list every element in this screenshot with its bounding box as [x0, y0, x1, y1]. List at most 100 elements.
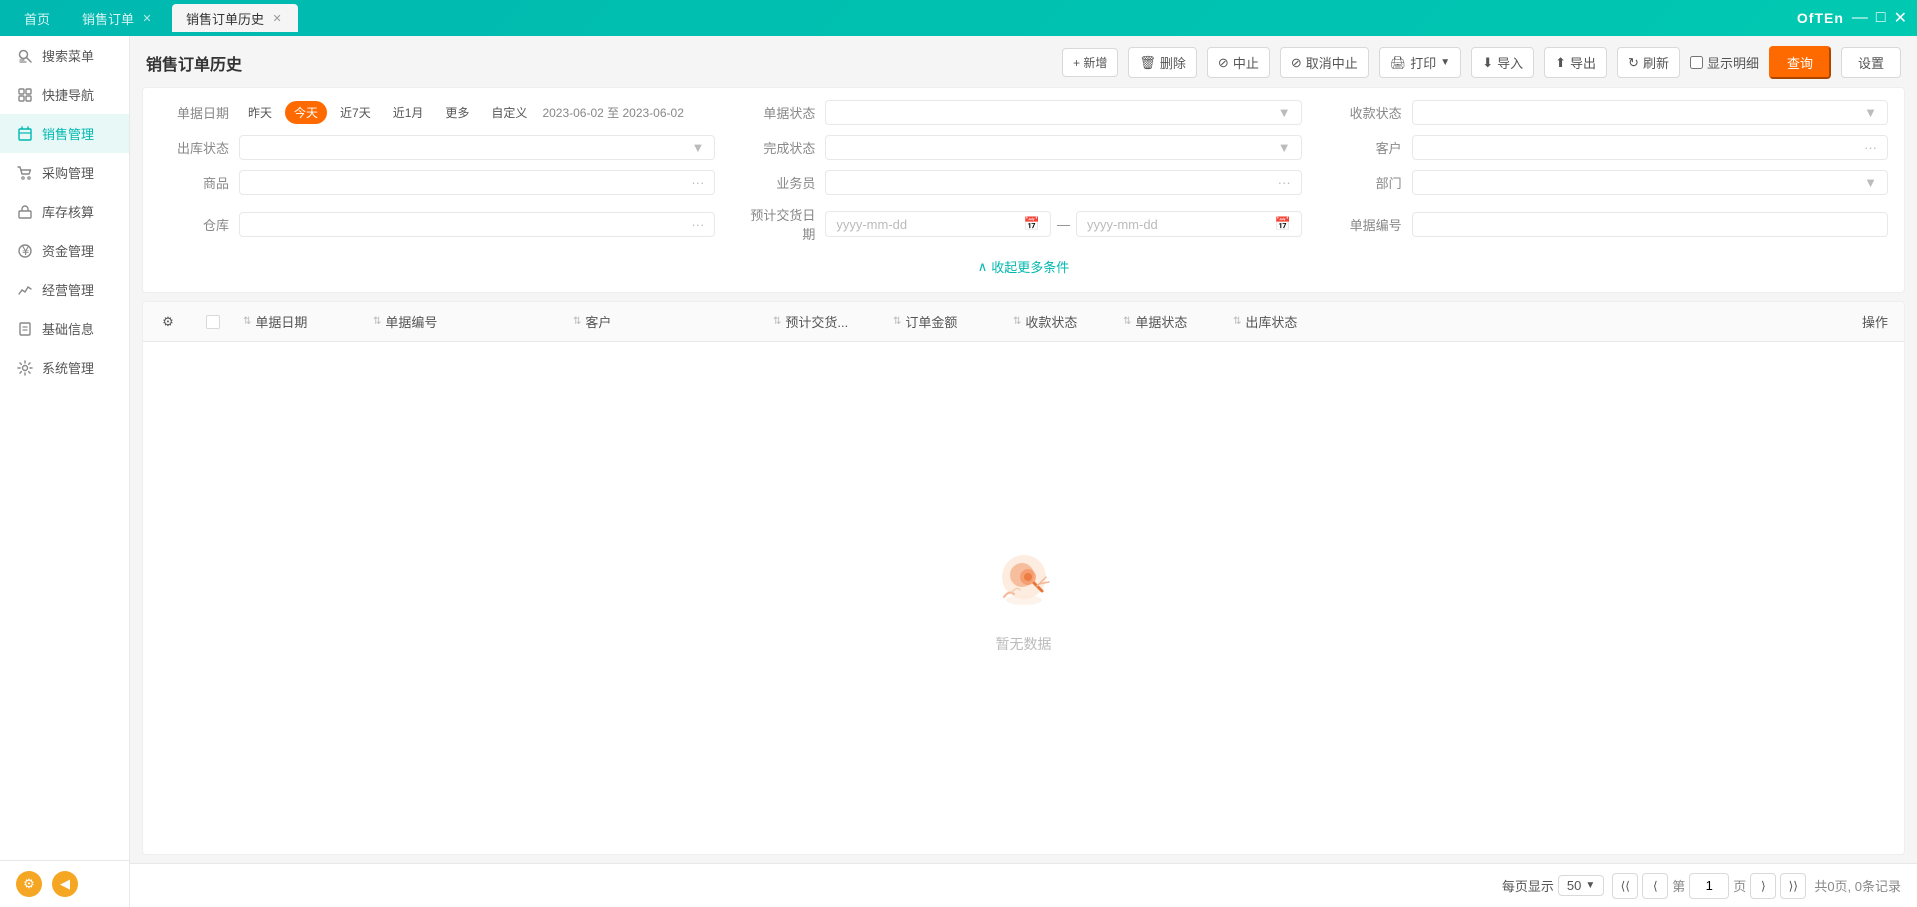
- date-label: 单据日期: [159, 103, 239, 122]
- th-amount[interactable]: ⇅ 订单金额: [883, 312, 1003, 331]
- payment-status-select[interactable]: ▼: [1412, 100, 1888, 125]
- customer-input[interactable]: ···: [1412, 135, 1888, 160]
- sidebar-item-search-menu[interactable]: 搜索菜单: [0, 36, 129, 75]
- salesman-input[interactable]: ···: [825, 170, 1301, 195]
- stop-button[interactable]: ⊘ 中止: [1207, 47, 1270, 78]
- th-docno[interactable]: ⇅ 单据编号: [363, 312, 563, 331]
- sidebar-item-base-info[interactable]: 基础信息: [0, 309, 129, 348]
- filter-col-complete-status: 完成状态 ▼: [745, 135, 1301, 160]
- print-icon: 🖨: [1390, 55, 1407, 71]
- export-icon: ⬆: [1555, 55, 1566, 71]
- table-body: 暂无数据: [143, 342, 1904, 854]
- prev-page-btn[interactable]: ⟨: [1642, 873, 1668, 899]
- goods-input[interactable]: ···: [239, 170, 715, 195]
- first-page-btn[interactable]: ⟨⟨: [1612, 873, 1638, 899]
- date-range-text: 2023-06-02 至 2023-06-02: [542, 104, 683, 121]
- bill-status-label: 单据状态: [745, 103, 825, 122]
- refresh-button[interactable]: ↻ 刷新: [1617, 47, 1680, 78]
- th-gear[interactable]: ⚙: [143, 314, 193, 330]
- filter-col-delivery-date: 预计交货日期 yyyy-mm-dd 📅 — yyyy-mm-dd 📅: [745, 205, 1301, 243]
- th-payment[interactable]: ⇅ 收款状态: [1003, 312, 1113, 331]
- toolbar: + 新增 🗑 🗑 删除 删除 ⊘ 中止 ⊘ 取消中止: [1062, 46, 1901, 79]
- th-date[interactable]: ⇅ 单据日期: [233, 312, 363, 331]
- bill-status-select[interactable]: ▼: [825, 100, 1301, 125]
- date-btn-1month[interactable]: 近1月: [384, 101, 433, 124]
- date-quick-btns: 昨天 今天 近7天 近1月 更多 自定义: [239, 101, 536, 124]
- docno-input[interactable]: [1412, 212, 1888, 237]
- empty-text: 暂无数据: [996, 634, 1052, 654]
- tab-sales-order-close[interactable]: ✕: [140, 11, 154, 25]
- filter-row-4: 仓库 ··· 预计交货日期 yyyy-mm-dd 📅: [159, 205, 1888, 243]
- sidebar-item-quick-nav[interactable]: 快捷导航: [0, 75, 129, 114]
- sidebar-item-sales[interactable]: 销售管理: [0, 114, 129, 153]
- sidebar-item-inventory[interactable]: 库存核算: [0, 192, 129, 231]
- page-size-value: 50: [1567, 878, 1581, 893]
- sort-delivery-icon: ⇅: [773, 316, 781, 327]
- sidebar-item-purchase[interactable]: 采购管理: [0, 153, 129, 192]
- th-delivery[interactable]: ⇅ 预计交货...: [763, 312, 883, 331]
- new-button[interactable]: + 新增: [1062, 48, 1118, 77]
- window-maximize[interactable]: □: [1876, 9, 1886, 27]
- out-status-select[interactable]: ▼: [239, 135, 715, 160]
- display-dense-toggle[interactable]: 显示明细: [1690, 53, 1759, 72]
- sidebar-collapse-icon[interactable]: ◀: [52, 871, 78, 897]
- th-status[interactable]: ⇅ 单据状态: [1113, 312, 1223, 331]
- sidebar-item-system[interactable]: 系统管理: [0, 348, 129, 387]
- import-icon: ⬇: [1482, 55, 1493, 71]
- sidebar-item-finance[interactable]: ¥ 资金管理: [0, 231, 129, 270]
- print-button[interactable]: 🖨 打印 ▼: [1379, 47, 1461, 78]
- page-number-input[interactable]: [1689, 873, 1729, 899]
- filter-row-3: 商品 ··· 业务员 ···: [159, 170, 1888, 195]
- th-out[interactable]: ⇅ 出库状态: [1223, 312, 1333, 331]
- page-size-dropdown[interactable]: 50 ▼: [1558, 875, 1604, 896]
- date-btn-today[interactable]: 今天: [285, 101, 327, 124]
- cancel-stop-button[interactable]: ⊘ 取消中止: [1280, 47, 1369, 78]
- settings-button[interactable]: 设置: [1841, 47, 1901, 78]
- display-dense-checkbox[interactable]: [1690, 56, 1703, 69]
- complete-status-select[interactable]: ▼: [825, 135, 1301, 160]
- purchase-icon: [16, 164, 34, 182]
- collapse-link[interactable]: ∧ 收起更多条件: [159, 253, 1888, 280]
- th-checkbox[interactable]: [193, 315, 233, 329]
- table-header: ⚙ ⇅ 单据日期 ⇅ 单据编号 ⇅ 客户: [143, 302, 1904, 342]
- sidebar-item-base-info-label: 基础信息: [42, 319, 94, 338]
- date-btn-yesterday[interactable]: 昨天: [239, 101, 281, 124]
- header-checkbox[interactable]: [206, 315, 220, 329]
- out-status-label: 出库状态: [159, 138, 239, 157]
- sidebar-item-operations[interactable]: 经营管理: [0, 270, 129, 309]
- sales-icon: [16, 125, 34, 143]
- sort-out-icon: ⇅: [1233, 316, 1241, 327]
- delivery-date-end-text: yyyy-mm-dd: [1087, 217, 1158, 232]
- dept-chevron: ▼: [1864, 175, 1877, 190]
- warehouse-input[interactable]: ···: [239, 212, 715, 237]
- tab-sales-order[interactable]: 销售订单 ✕: [68, 4, 168, 32]
- delete-button[interactable]: 🗑 🗑 删除 删除: [1128, 47, 1197, 78]
- delivery-date-end[interactable]: yyyy-mm-dd 📅: [1076, 211, 1302, 237]
- date-btn-custom[interactable]: 自定义: [482, 101, 536, 124]
- delivery-date-label: 预计交货日期: [745, 205, 825, 243]
- date-btn-more[interactable]: 更多: [436, 101, 478, 124]
- query-button[interactable]: 查询: [1769, 46, 1831, 79]
- sidebar-settings-icon[interactable]: ⚙: [16, 871, 42, 897]
- search-menu-icon: [16, 47, 34, 65]
- tab-home[interactable]: 首页: [10, 4, 64, 32]
- next-page-btn[interactable]: ⟩: [1750, 873, 1776, 899]
- tab-sales-order-history-close[interactable]: ✕: [270, 11, 284, 25]
- delivery-date-start-text: yyyy-mm-dd: [836, 217, 907, 232]
- th-customer[interactable]: ⇅ 客户: [563, 312, 763, 331]
- delivery-date-start[interactable]: yyyy-mm-dd 📅: [825, 211, 1051, 237]
- export-button[interactable]: ⬆ 导出: [1544, 47, 1607, 78]
- import-button[interactable]: ⬇ 导入: [1471, 47, 1534, 78]
- dept-select[interactable]: ▼: [1412, 170, 1888, 195]
- window-minimize[interactable]: —: [1852, 9, 1868, 27]
- page-total: 共0页, 0条记录: [1814, 876, 1901, 895]
- date-btn-7days[interactable]: 近7天: [331, 101, 380, 124]
- collapse-up-icon: ∧: [978, 259, 988, 275]
- pagination-bar: 每页显示 50 ▼ ⟨⟨ ⟨ 第 页 ⟩ ⟩⟩ 共0页, 0条记录: [130, 863, 1917, 907]
- tab-sales-order-history[interactable]: 销售订单历史 ✕: [172, 4, 298, 32]
- tab-sales-order-history-label: 销售订单历史: [186, 9, 264, 28]
- salesman-label: 业务员: [745, 173, 825, 192]
- last-page-btn[interactable]: ⟩⟩: [1780, 873, 1806, 899]
- window-close[interactable]: ✕: [1894, 8, 1907, 28]
- page-header: 销售订单历史 + 新增 🗑 🗑 删除 删除 ⊘ 中止 ⊘ 取消中止: [130, 36, 1917, 87]
